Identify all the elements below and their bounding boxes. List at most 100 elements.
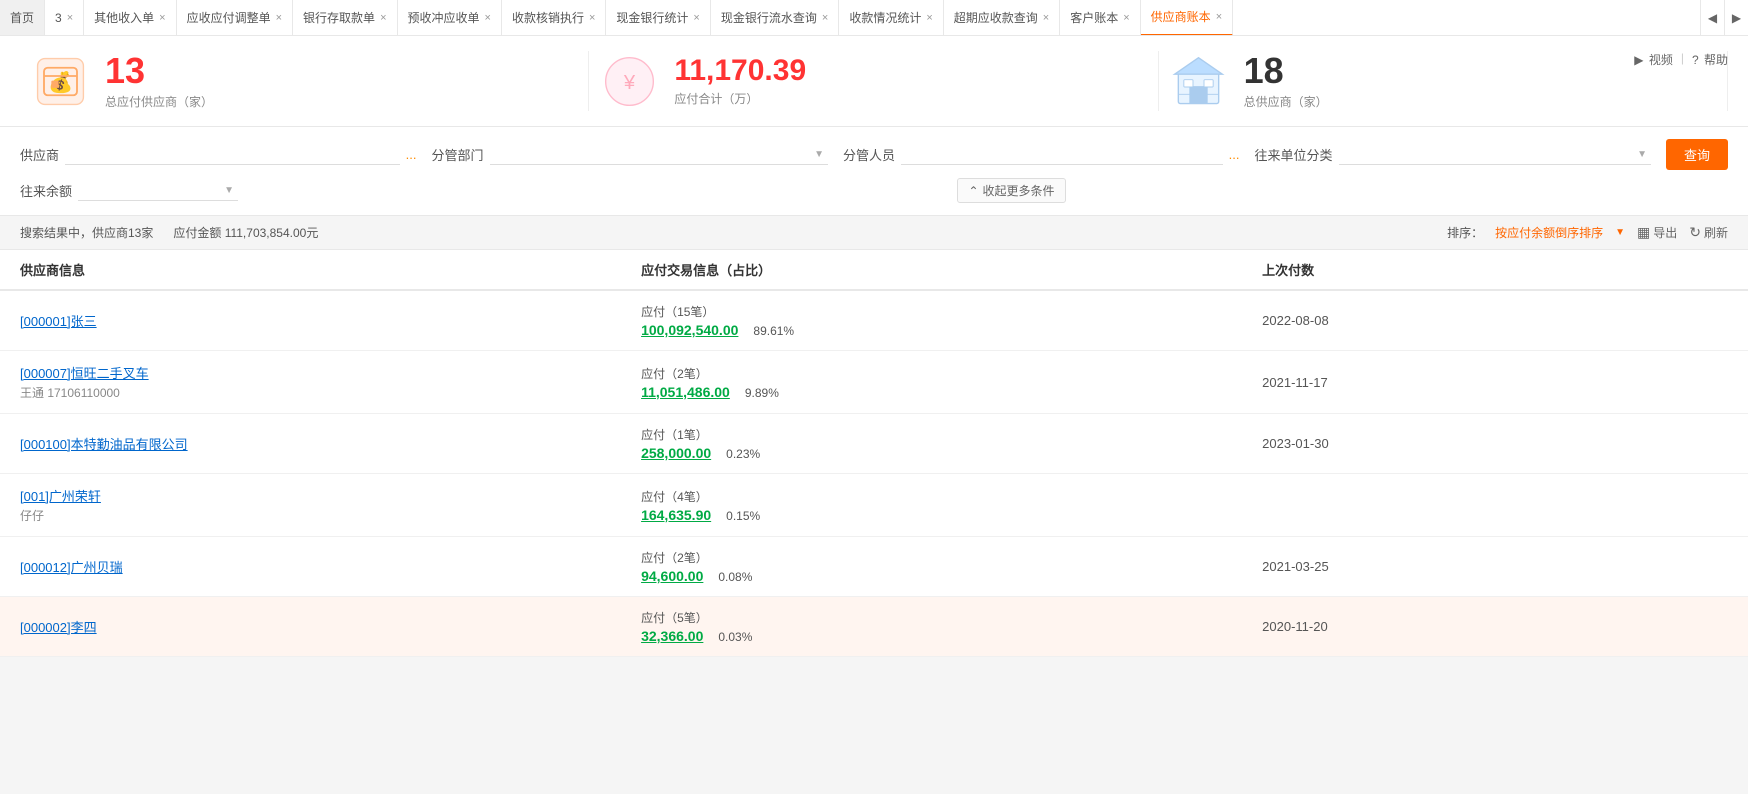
- close-icon[interactable]: ×: [822, 12, 828, 24]
- nav-tab-cash-bank-stat[interactable]: 现金银行统计 ×: [606, 0, 710, 36]
- total-ap-amount-number: 11,170.39: [674, 56, 806, 86]
- nav-tab-overdue-query[interactable]: 超期应收款查询 ×: [944, 0, 1060, 36]
- close-icon[interactable]: ×: [589, 12, 595, 24]
- close-icon[interactable]: ×: [67, 12, 73, 24]
- search-button[interactable]: 查询: [1666, 139, 1728, 170]
- nav-next-button[interactable]: ▶: [1724, 0, 1748, 36]
- store-icon: [1169, 51, 1229, 111]
- dept-select[interactable]: [490, 144, 828, 164]
- supplier-cell-0: [000001]张三: [20, 311, 641, 330]
- transaction-row-4: 94,600.00 0.08%: [641, 568, 1262, 584]
- supplier-link-1[interactable]: [000007]恒旺二手叉车: [20, 366, 149, 381]
- top-right-links: ▶ 视频 | ? 帮助: [1634, 51, 1728, 68]
- close-icon[interactable]: ×: [159, 12, 165, 24]
- table-row: [000002]李四 应付（5笔） 32,366.00 0.03% 2020-1…: [0, 597, 1748, 657]
- sort-value-button[interactable]: 按应付余额倒序排序: [1495, 224, 1603, 241]
- close-icon[interactable]: ×: [380, 12, 386, 24]
- close-icon[interactable]: ×: [1216, 11, 1222, 23]
- supplier-link-5[interactable]: [000002]李四: [20, 620, 97, 635]
- supplier-link-4[interactable]: [000012]广州贝瑞: [20, 560, 123, 575]
- nav-tab-cash-bank-flow[interactable]: 现金银行流水查询 ×: [711, 0, 839, 36]
- close-icon[interactable]: ×: [926, 12, 932, 24]
- last-pay-date-5: 2020-11-20: [1262, 619, 1328, 634]
- refresh-icon: ↻: [1689, 224, 1701, 241]
- supplier-input[interactable]: [65, 144, 400, 165]
- last-pay-date-4: 2021-03-25: [1262, 559, 1329, 574]
- lastpay-cell-1: 2021-11-17: [1262, 375, 1728, 390]
- close-icon[interactable]: ×: [276, 12, 282, 24]
- chevron-up-icon: ⌃: [968, 184, 978, 198]
- supplier-sub-1: 王通 17106110000: [20, 384, 641, 401]
- supplier-ellipsis-button[interactable]: ...: [406, 147, 417, 162]
- nav-tab-other-income[interactable]: 其他收入单 ×: [84, 0, 176, 36]
- transaction-row-1: 11,051,486.00 9.89%: [641, 384, 1262, 400]
- total-suppliers-label: 总供应商（家）: [1244, 93, 1328, 110]
- category-select-wrapper: ▼: [1339, 144, 1651, 165]
- amount-icon: ¥: [599, 51, 659, 111]
- transaction-amount-1[interactable]: 11,051,486.00: [641, 384, 730, 400]
- transaction-amount-2[interactable]: 258,000.00: [641, 445, 711, 461]
- total-ap-amount-label: 应付合计（万）: [674, 90, 806, 107]
- supplier-link-3[interactable]: [001]广州荣轩: [20, 489, 101, 504]
- person-ellipsis-button[interactable]: ...: [1229, 147, 1240, 162]
- transaction-amount-3[interactable]: 164,635.90: [641, 507, 711, 523]
- category-filter-label: 往来单位分类: [1255, 145, 1333, 164]
- nav-tab-ap-adjust[interactable]: 应收应付调整单 ×: [177, 0, 293, 36]
- lastpay-cell-0: 2022-08-08: [1262, 313, 1728, 328]
- export-icon: ▦: [1637, 224, 1650, 241]
- filter-supplier: 供应商 ...: [20, 144, 417, 165]
- sort-label: 排序：: [1447, 224, 1483, 241]
- transaction-label-1: 应付（2笔）: [641, 365, 1262, 382]
- close-icon[interactable]: ×: [693, 12, 699, 24]
- person-input[interactable]: [901, 144, 1223, 165]
- results-actions: 排序： 按应付余额倒序排序 ▼ ▦ 导出 ↻ 刷新: [1447, 224, 1728, 241]
- dept-select-wrapper: ▼: [490, 144, 828, 165]
- nav-tab-prepay[interactable]: 预收冲应收单 ×: [398, 0, 502, 36]
- nav-tab-receivable-exec[interactable]: 收款核销执行 ×: [502, 0, 606, 36]
- transaction-amount-5[interactable]: 32,366.00: [641, 628, 703, 644]
- filter-row-1: 供应商 ... 分管部门 ▼ 分管人员 ... 往来单位分类: [20, 139, 1728, 170]
- export-button[interactable]: ▦ 导出: [1637, 224, 1677, 241]
- summary-card-amount: ¥ 11,170.39 应付合计（万）: [589, 51, 1158, 111]
- close-icon[interactable]: ×: [485, 12, 491, 24]
- help-link[interactable]: ? 帮助: [1692, 51, 1728, 68]
- supplier-cell-4: [000012]广州贝瑞: [20, 557, 641, 576]
- nav-tab-bank-deposit[interactable]: 银行存取款单 ×: [293, 0, 397, 36]
- category-select[interactable]: [1339, 144, 1651, 164]
- table-header: 供应商信息 应付交易信息（占比） 上次付数: [0, 250, 1748, 291]
- table-row: [000001]张三 应付（15笔） 100,092,540.00 89.61%…: [0, 291, 1748, 351]
- results-bar: 搜索结果中，供应商13家 应付金额 111,703,854.00元 排序： 按应…: [0, 216, 1748, 250]
- close-icon[interactable]: ×: [1123, 12, 1129, 24]
- table-row: [000007]恒旺二手叉车 王通 17106110000 应付（2笔） 11,…: [0, 351, 1748, 414]
- supplier-link-0[interactable]: [000001]张三: [20, 314, 97, 329]
- transaction-label-4: 应付（2笔）: [641, 549, 1262, 566]
- chevron-down-icon: ▼: [1615, 227, 1625, 238]
- dept-chevron-icon: ▼: [814, 149, 824, 160]
- table-row: [001]广州荣轩 仔仔 应付（4笔） 164,635.90 0.15%: [0, 474, 1748, 537]
- nav-tab-supplier-acct[interactable]: 供应商账本 ×: [1141, 0, 1233, 36]
- close-icon[interactable]: ×: [1043, 12, 1049, 24]
- col-header-lastpay: 上次付数: [1262, 260, 1728, 279]
- transaction-amount-0[interactable]: 100,092,540.00: [641, 322, 738, 338]
- results-amount: 应付金额 111,703,854.00元: [173, 224, 318, 241]
- nav-tab-home[interactable]: 首页: [0, 0, 45, 36]
- balance-select[interactable]: 正余额 负余额: [78, 180, 238, 200]
- col-header-supplier: 供应商信息: [20, 260, 641, 279]
- supplier-icon: 💰: [30, 51, 90, 111]
- transaction-pct-5: 0.03%: [718, 630, 752, 644]
- results-suppliers-count: 搜索结果中，供应商13家: [20, 224, 153, 241]
- transaction-pct-0: 89.61%: [753, 324, 794, 338]
- collapse-button[interactable]: ⌃ 收起更多条件: [957, 178, 1065, 203]
- lastpay-cell-4: 2021-03-25: [1262, 559, 1728, 574]
- nav-tab-3[interactable]: 3 ×: [45, 0, 84, 36]
- total-ap-suppliers-number: 13: [105, 53, 213, 89]
- transaction-amount-4[interactable]: 94,600.00: [641, 568, 703, 584]
- supplier-link-2[interactable]: [000100]本特勤油品有限公司: [20, 437, 188, 452]
- transaction-label-2: 应付（1笔）: [641, 426, 1262, 443]
- nav-prev-button[interactable]: ◀: [1700, 0, 1724, 36]
- video-link[interactable]: ▶ 视频: [1634, 51, 1673, 68]
- nav-tab-customer-acct[interactable]: 客户账本 ×: [1060, 0, 1140, 36]
- transaction-cell-4: 应付（2笔） 94,600.00 0.08%: [641, 549, 1262, 584]
- refresh-button[interactable]: ↻ 刷新: [1689, 224, 1728, 241]
- nav-tab-receivable-stat[interactable]: 收款情况统计 ×: [839, 0, 943, 36]
